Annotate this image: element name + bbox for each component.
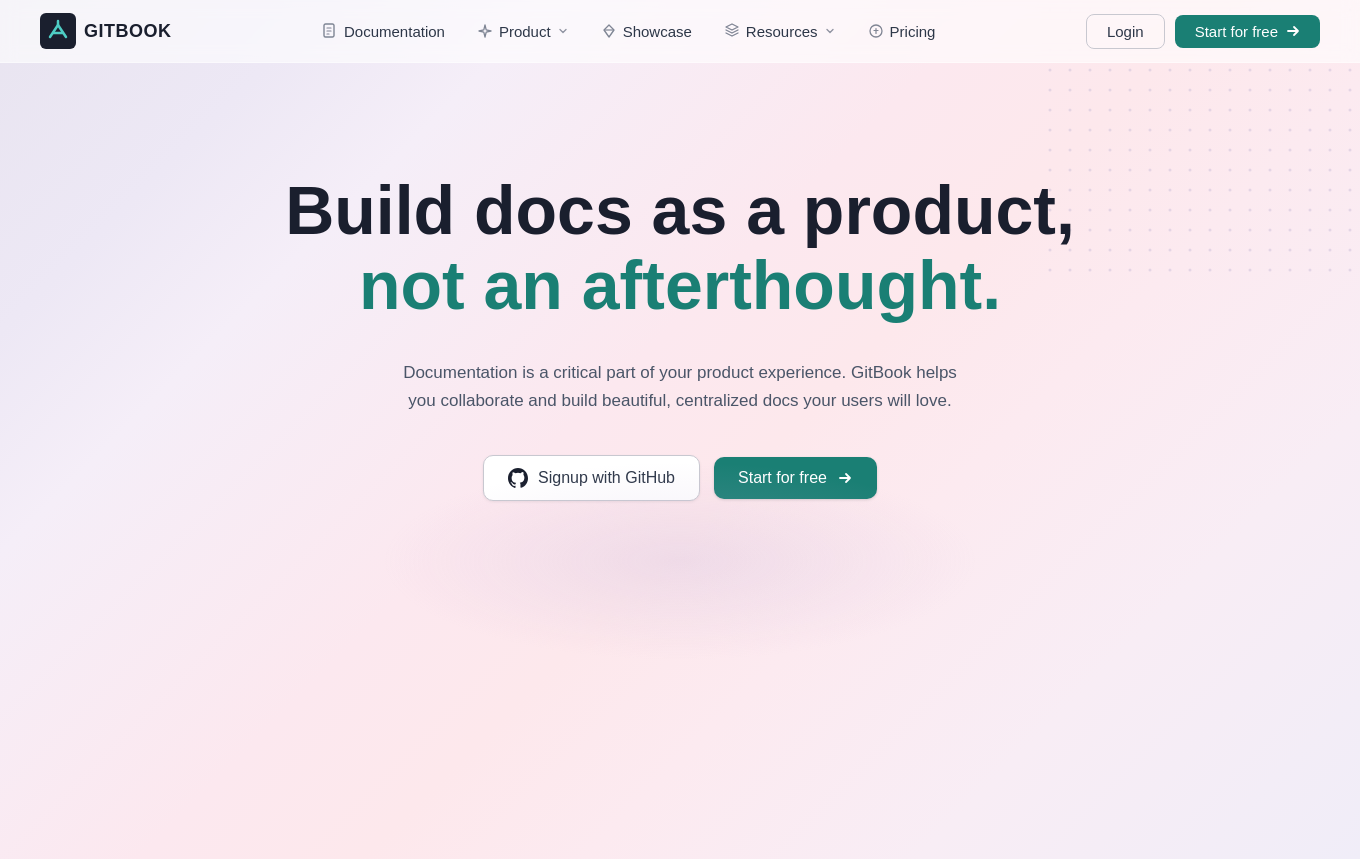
tag-icon [868, 23, 884, 39]
hero-title: Build docs as a product, not an aftertho… [285, 173, 1075, 323]
navbar: GITBOOK Documentation Product [0, 0, 1360, 63]
nav-links: Documentation Product Showca [308, 15, 949, 48]
logo-text: GITBOOK [84, 21, 172, 42]
hero-start-label: Start for free [738, 469, 827, 487]
logo-link[interactable]: GITBOOK [40, 13, 172, 49]
hero-title-line1: Build docs as a product, [285, 172, 1075, 248]
nav-showcase[interactable]: Showcase [587, 15, 706, 48]
hero-actions: Signup with GitHub Start for free [483, 455, 877, 501]
resources-label: Resources [746, 23, 818, 40]
product-chevron-icon [557, 25, 569, 37]
nav-documentation[interactable]: Documentation [308, 15, 459, 48]
github-icon [508, 468, 528, 488]
nav-start-button[interactable]: Start for free [1175, 15, 1320, 48]
layers-icon [724, 23, 740, 39]
book-icon [322, 23, 338, 39]
gitbook-logo-icon [40, 13, 76, 49]
nav-product[interactable]: Product [463, 15, 583, 48]
resources-chevron-icon [824, 25, 836, 37]
login-button[interactable]: Login [1086, 14, 1165, 49]
github-signup-label: Signup with GitHub [538, 469, 675, 487]
sparkle-icon [477, 23, 493, 39]
svg-rect-2 [40, 13, 76, 49]
github-signup-button[interactable]: Signup with GitHub [483, 455, 700, 501]
product-label: Product [499, 23, 551, 40]
pricing-label: Pricing [890, 23, 936, 40]
nav-start-label: Start for free [1195, 23, 1278, 40]
diamond-icon [601, 23, 617, 39]
hero-section: Build docs as a product, not an aftertho… [0, 63, 1360, 561]
arrow-right-icon [1286, 24, 1300, 38]
hero-arrow-right-icon [837, 470, 853, 486]
nav-pricing[interactable]: Pricing [854, 15, 950, 48]
nav-actions: Login Start for free [1086, 14, 1320, 49]
hero-subtitle: Documentation is a critical part of your… [400, 359, 960, 415]
hero-start-button[interactable]: Start for free [714, 457, 877, 499]
documentation-label: Documentation [344, 23, 445, 40]
nav-resources[interactable]: Resources [710, 15, 850, 48]
showcase-label: Showcase [623, 23, 692, 40]
hero-title-line2: not an afterthought. [285, 248, 1075, 323]
